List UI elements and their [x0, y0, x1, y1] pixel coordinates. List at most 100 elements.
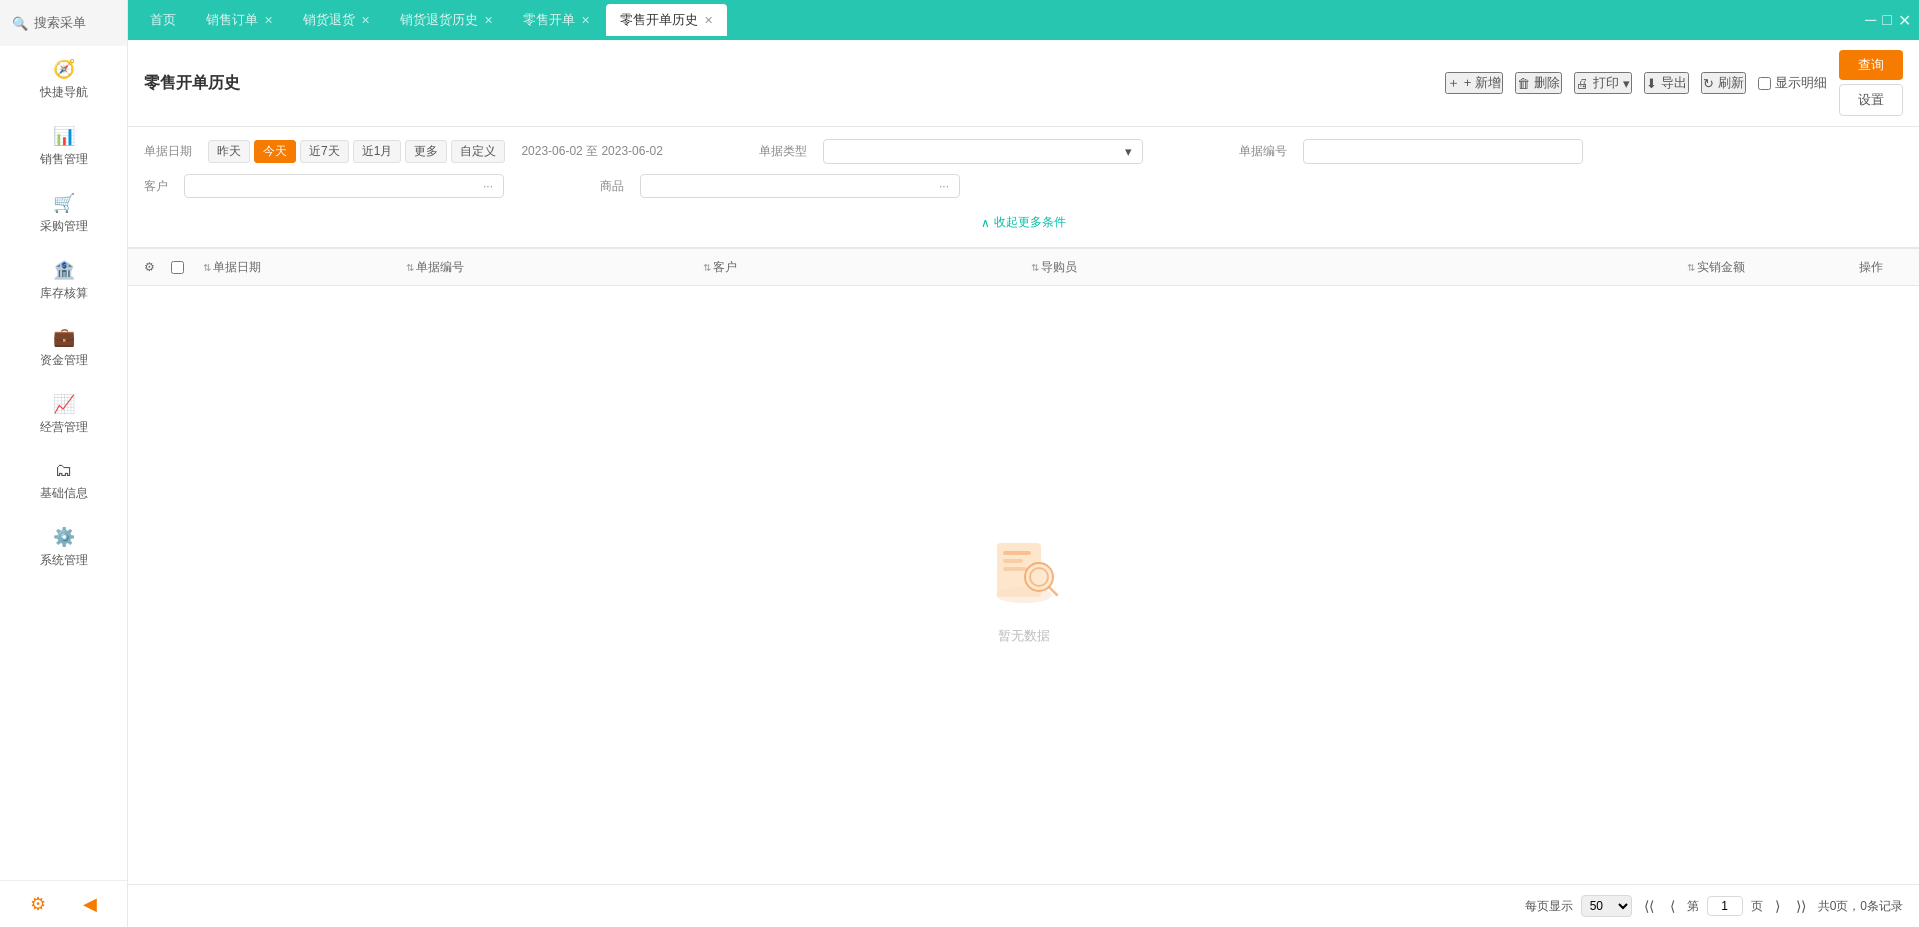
print-dropdown-icon: ▾ [1623, 76, 1630, 91]
sidebar-item-sales-mgmt[interactable]: 📊 销售管理 [0, 113, 127, 180]
refresh-label: 刷新 [1718, 74, 1744, 92]
delete-icon: 🗑 [1517, 76, 1530, 91]
pagination: 每页显示 50 20 100 ⟨⟨ ⟨ 第 页 ⟩ ⟩⟩ 共0页，0条记录 [128, 884, 1919, 927]
th-customer[interactable]: ⇅ 客户 [695, 259, 1023, 276]
th-customer-sort-icon: ⇅ [703, 262, 711, 273]
page-suffix: 页 [1751, 898, 1763, 915]
page-next-btn[interactable]: ⟩ [1771, 898, 1784, 914]
th-gear[interactable]: ⚙ [136, 260, 163, 274]
tab-retail-open-label: 零售开单 [523, 11, 575, 29]
collapse-label: 收起更多条件 [994, 214, 1066, 231]
setting-button[interactable]: 设置 [1839, 84, 1903, 116]
refresh-button[interactable]: ↻ 刷新 [1701, 72, 1746, 94]
type-filter-select[interactable]: ▾ [823, 139, 1143, 164]
th-action: 操作 [1851, 259, 1911, 276]
tab-sales-order[interactable]: 销售订单 ✕ [192, 4, 287, 36]
tab-sales-return[interactable]: 销货退货 ✕ [289, 4, 384, 36]
query-setting-group: 查询 设置 [1839, 50, 1903, 116]
num-filter-input[interactable] [1303, 139, 1583, 164]
sidebar-search-label: 搜索采单 [34, 14, 86, 32]
type-filter-label: 单据类型 [759, 143, 807, 160]
sidebar-item-label: 资金管理 [40, 352, 88, 369]
tab-sales-order-close[interactable]: ✕ [264, 14, 273, 27]
sidebar-search[interactable]: 🔍 搜索采单 [0, 0, 127, 46]
print-icon: 🖨 [1576, 76, 1589, 91]
page-prev-btn[interactable]: ⟨ [1666, 898, 1679, 914]
empty-illustration [979, 525, 1069, 615]
sidebar-item-system[interactable]: ⚙️ 系统管理 [0, 514, 127, 581]
tab-home[interactable]: 首页 [136, 4, 190, 36]
sidebar-item-basic-info[interactable]: 🗂 基础信息 [0, 448, 127, 514]
sidebar: 🔍 搜索采单 🧭 快捷导航 📊 销售管理 🛒 采购管理 🏦 库存核算 💼 资金管… [0, 0, 128, 927]
th-guide[interactable]: ⇅ 导购员 [1023, 259, 1195, 276]
type-filter-dropdown-icon: ▾ [1125, 144, 1132, 159]
filter-row-1: 单据日期 昨天 今天 近7天 近1月 更多 自定义 2023-06-02 至 2… [144, 139, 1903, 164]
sidebar-item-inventory[interactable]: 🏦 库存核算 [0, 247, 127, 314]
content-area: 零售开单历史 ＋ + 新增 🗑 删除 🖨 打印 ▾ ⬇ 导出 [128, 40, 1919, 927]
date-btn-last-month[interactable]: 近1月 [353, 140, 402, 163]
per-page-label: 每页显示 [1525, 898, 1573, 915]
show-detail-checkbox[interactable] [1758, 77, 1771, 90]
tab-sales-return-history[interactable]: 销货退货历史 ✕ [386, 4, 507, 36]
sidebar-item-finance[interactable]: 💼 资金管理 [0, 314, 127, 381]
svg-rect-2 [1003, 551, 1031, 555]
query-button[interactable]: 查询 [1839, 50, 1903, 80]
th-date[interactable]: ⇅ 单据日期 [195, 259, 398, 276]
sidebar-item-label: 基础信息 [40, 485, 88, 502]
search-icon: 🔍 [12, 16, 28, 31]
tab-home-label: 首页 [150, 11, 176, 29]
date-btn-yesterday[interactable]: 昨天 [208, 140, 250, 163]
th-num[interactable]: ⇅ 单据编号 [398, 259, 695, 276]
th-amount-sort-icon: ⇅ [1687, 262, 1695, 273]
sidebar-item-operations[interactable]: 📈 经营管理 [0, 381, 127, 448]
toolbar: 零售开单历史 ＋ + 新增 🗑 删除 🖨 打印 ▾ ⬇ 导出 [128, 40, 1919, 127]
refresh-icon: ↻ [1703, 76, 1714, 91]
page-number-input[interactable] [1707, 896, 1743, 916]
settings-bottom-icon[interactable]: ⚙ [30, 893, 46, 915]
date-btn-custom[interactable]: 自定义 [451, 140, 505, 163]
empty-text: 暂无数据 [998, 627, 1050, 645]
sidebar-item-quick-nav[interactable]: 🧭 快捷导航 [0, 46, 127, 113]
per-page-select[interactable]: 50 20 100 [1581, 895, 1632, 917]
tab-bar-close-icon[interactable]: ✕ [1898, 11, 1911, 30]
add-icon: ＋ [1447, 74, 1460, 92]
export-label: 导出 [1661, 74, 1687, 92]
page-first-btn[interactable]: ⟨⟨ [1640, 898, 1658, 914]
filter-row-2: 客户 ··· 商品 ··· [144, 174, 1903, 198]
date-btn-more[interactable]: 更多 [405, 140, 447, 163]
tab-bar-maximize-icon[interactable]: □ [1882, 11, 1892, 29]
tab-retail-open-history[interactable]: 零售开单历史 ✕ [606, 4, 727, 36]
sidebar-item-purchase-mgmt[interactable]: 🛒 采购管理 [0, 180, 127, 247]
tab-retail-open[interactable]: 零售开单 ✕ [509, 4, 604, 36]
customer-filter-input[interactable]: ··· [184, 174, 504, 198]
add-button[interactable]: ＋ + 新增 [1445, 72, 1503, 94]
date-btn-today[interactable]: 今天 [254, 140, 296, 163]
tab-retail-open-close[interactable]: ✕ [581, 14, 590, 27]
date-btn-last7[interactable]: 近7天 [300, 140, 349, 163]
empty-state: 暂无数据 [128, 286, 1919, 884]
select-all-checkbox[interactable] [171, 261, 184, 274]
tab-sales-return-close[interactable]: ✕ [361, 14, 370, 27]
th-action-label: 操作 [1859, 259, 1883, 276]
sidebar-item-label: 经营管理 [40, 419, 88, 436]
delete-button[interactable]: 🗑 删除 [1515, 72, 1562, 94]
sidebar-item-label: 快捷导航 [40, 84, 88, 101]
total-text: 共0页，0条记录 [1818, 898, 1903, 915]
collapse-sidebar-icon[interactable]: ◀ [83, 893, 97, 915]
show-detail-checkbox-label[interactable]: 显示明细 [1758, 74, 1827, 92]
export-button[interactable]: ⬇ 导出 [1644, 72, 1689, 94]
tab-sales-return-history-close[interactable]: ✕ [484, 14, 493, 27]
customer-filter-label: 客户 [144, 178, 168, 195]
goods-filter-input[interactable]: ··· [640, 174, 960, 198]
th-amount-label: 实销金额 [1697, 259, 1745, 276]
tab-retail-open-history-close[interactable]: ✕ [704, 14, 713, 27]
print-button[interactable]: 🖨 打印 ▾ [1574, 72, 1632, 94]
goods-dots: ··· [939, 179, 949, 193]
main-area: 首页 销售订单 ✕ 销货退货 ✕ 销货退货历史 ✕ 零售开单 ✕ 零售开单历史 … [128, 0, 1919, 927]
tab-bar-minimize-icon[interactable]: ─ [1865, 11, 1876, 29]
sales-icon: 📊 [53, 125, 75, 147]
th-checkbox[interactable] [163, 261, 195, 274]
th-amount[interactable]: ⇅ 实销金额 [1679, 259, 1851, 276]
page-last-btn[interactable]: ⟩⟩ [1792, 898, 1810, 914]
collapse-button[interactable]: ∧ 收起更多条件 [981, 210, 1066, 235]
